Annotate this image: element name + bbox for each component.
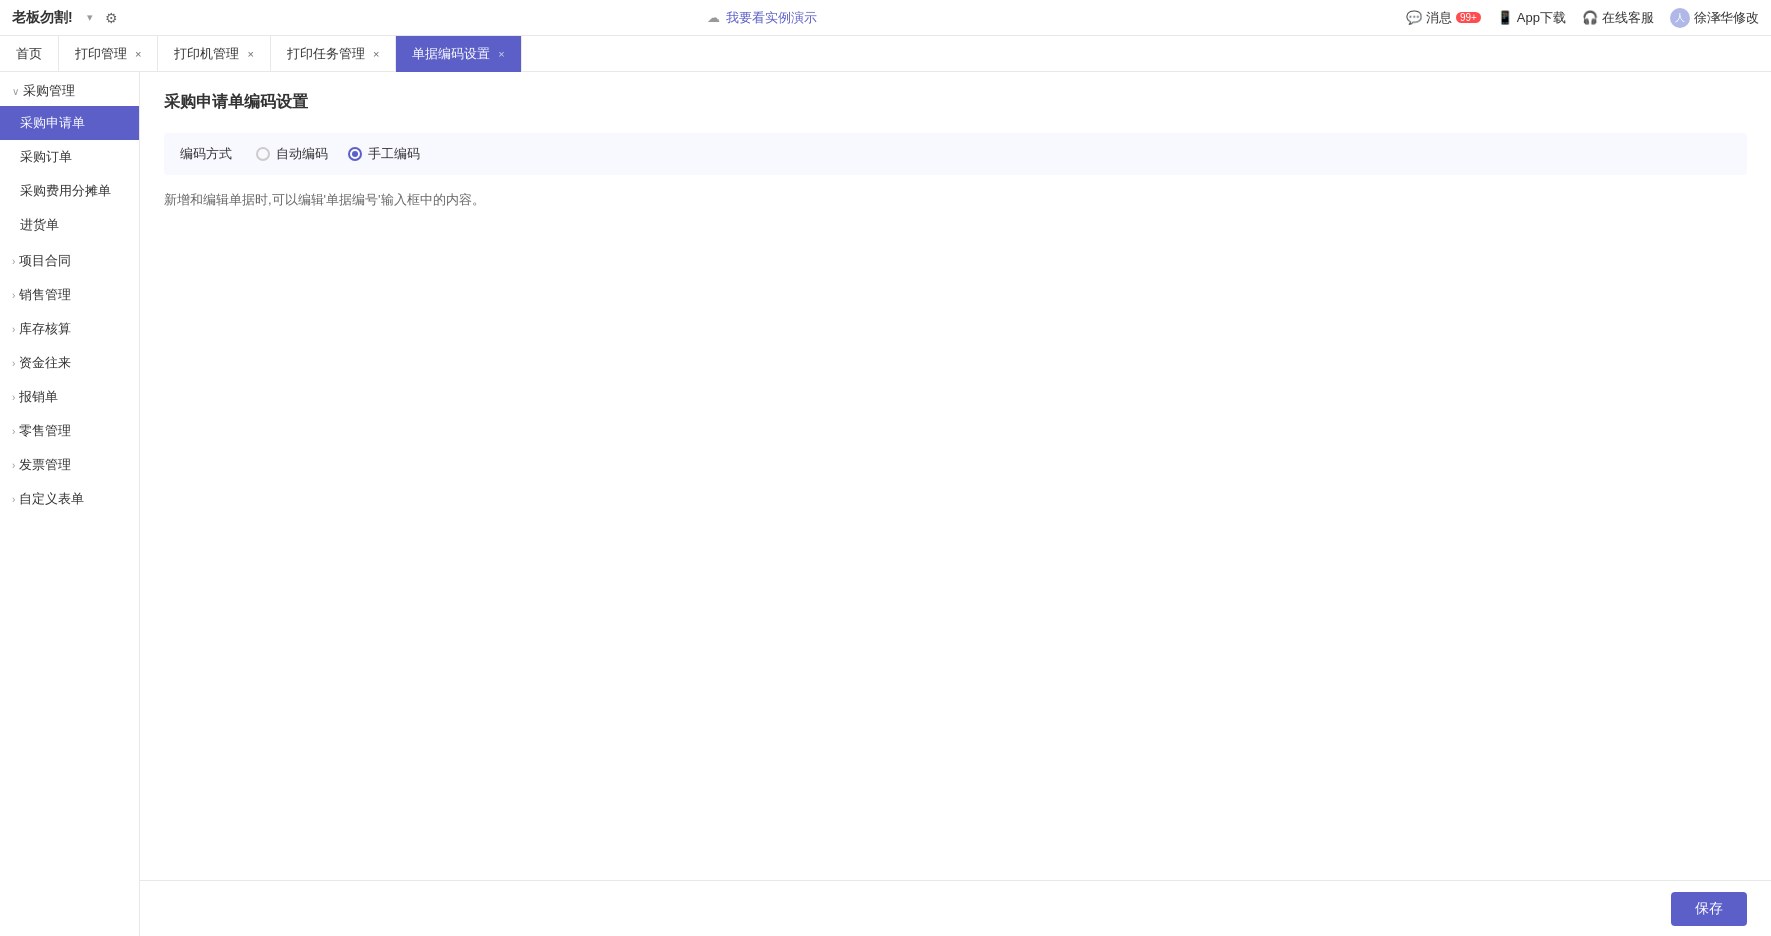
finance-label: 资金往来 bbox=[19, 354, 71, 372]
project-label: 项目合同 bbox=[19, 252, 71, 270]
sales-arrow: › bbox=[12, 290, 15, 301]
tab-encode-settings-close[interactable]: × bbox=[498, 48, 504, 60]
tab-print-task[interactable]: 打印任务管理 × bbox=[271, 36, 396, 72]
sidebar-group-expense: › 报销单 bbox=[0, 378, 139, 412]
sidebar-item-purchase-request[interactable]: 采购申请单 bbox=[0, 106, 139, 140]
sidebar-group-project-title[interactable]: › 项目合同 bbox=[0, 242, 139, 276]
tab-printer-management[interactable]: 打印机管理 × bbox=[158, 36, 270, 72]
sidebar-group-custom-form: › 自定义表单 bbox=[0, 480, 139, 514]
sidebar-item-purchase-expense[interactable]: 采购费用分摊单 bbox=[0, 174, 139, 208]
manual-encode-radio-circle bbox=[348, 147, 362, 161]
top-bar-center: ☁ 我要看实例演示 bbox=[707, 9, 817, 27]
purchase-expense-label: 采购费用分摊单 bbox=[20, 183, 111, 198]
cloud-icon: ☁ bbox=[707, 10, 720, 25]
encoding-section: 编码方式 自动编码 手工编码 bbox=[164, 133, 1747, 175]
purchase-order-label: 采购订单 bbox=[20, 149, 72, 164]
top-bar-left: 老板勿割! ▾ ⚙ bbox=[12, 9, 118, 27]
online-service-label: 在线客服 bbox=[1602, 9, 1654, 27]
message-label: 消息 bbox=[1426, 9, 1452, 27]
encoding-label: 编码方式 bbox=[180, 145, 232, 163]
sidebar-group-invoice-title[interactable]: › 发票管理 bbox=[0, 446, 139, 480]
tab-printer-management-label: 打印机管理 bbox=[174, 45, 239, 63]
sidebar-group-procurement-title[interactable]: ∨ 采购管理 bbox=[0, 72, 139, 106]
auto-encode-radio[interactable]: 自动编码 bbox=[256, 145, 328, 163]
tab-home[interactable]: 首页 bbox=[0, 36, 59, 72]
content-footer: 保存 bbox=[140, 880, 1771, 936]
tab-bar: 首页 打印管理 × 打印机管理 × 打印任务管理 × 单据编码设置 × × bbox=[0, 36, 1771, 72]
auto-encode-radio-circle bbox=[256, 147, 270, 161]
sidebar-group-project: › 项目合同 bbox=[0, 242, 139, 276]
manual-encode-radio[interactable]: 手工编码 bbox=[348, 145, 420, 163]
demo-link[interactable]: 我要看实例演示 bbox=[726, 9, 817, 27]
app-icon: 📱 bbox=[1497, 10, 1513, 25]
retail-arrow: › bbox=[12, 426, 15, 437]
invoice-label: 发票管理 bbox=[19, 456, 71, 474]
sidebar-group-expense-title[interactable]: › 报销单 bbox=[0, 378, 139, 412]
main-layout: ∨ 采购管理 采购申请单 采购订单 采购费用分摊单 进货单 › 项目合同 bbox=[0, 72, 1771, 936]
inventory-arrow: › bbox=[12, 324, 15, 335]
sidebar-group-custom-form-title[interactable]: › 自定义表单 bbox=[0, 480, 139, 514]
top-bar: 老板勿割! ▾ ⚙ ☁ 我要看实例演示 💬 消息 99+ 📱 App下载 🎧 在… bbox=[0, 0, 1771, 36]
procurement-label: 采购管理 bbox=[23, 82, 75, 100]
sidebar-item-stock-in[interactable]: 进货单 bbox=[0, 208, 139, 242]
procurement-arrow: ∨ bbox=[12, 86, 19, 97]
avatar: 人 bbox=[1670, 8, 1690, 28]
sidebar: ∨ 采购管理 采购申请单 采购订单 采购费用分摊单 进货单 › 项目合同 bbox=[0, 72, 140, 936]
tab-print-management-label: 打印管理 bbox=[75, 45, 127, 63]
content-inner: 采购申请单编码设置 编码方式 自动编码 手工编码 新增和编辑单据时,可以编辑'单… bbox=[140, 72, 1771, 880]
sidebar-group-finance: › 资金往来 bbox=[0, 344, 139, 378]
save-button[interactable]: 保存 bbox=[1671, 892, 1747, 926]
sidebar-group-sales-title[interactable]: › 销售管理 bbox=[0, 276, 139, 310]
inventory-label: 库存核算 bbox=[19, 320, 71, 338]
sidebar-group-finance-title[interactable]: › 资金往来 bbox=[0, 344, 139, 378]
purchase-request-label: 采购申请单 bbox=[20, 115, 85, 130]
sidebar-group-sales: › 销售管理 bbox=[0, 276, 139, 310]
stock-in-label: 进货单 bbox=[20, 217, 59, 232]
tab-print-task-label: 打印任务管理 bbox=[287, 45, 365, 63]
app-download-button[interactable]: 📱 App下载 bbox=[1497, 9, 1566, 27]
tab-print-management[interactable]: 打印管理 × bbox=[59, 36, 158, 72]
sidebar-group-retail-title[interactable]: › 零售管理 bbox=[0, 412, 139, 446]
sales-label: 销售管理 bbox=[19, 286, 71, 304]
tab-bar-close[interactable]: × bbox=[1699, 0, 1735, 36]
project-arrow: › bbox=[12, 256, 15, 267]
tab-print-management-close[interactable]: × bbox=[135, 48, 141, 60]
content-area: 采购申请单编码设置 编码方式 自动编码 手工编码 新增和编辑单据时,可以编辑'单… bbox=[140, 72, 1771, 936]
invoice-arrow: › bbox=[12, 460, 15, 471]
page-title: 采购申请单编码设置 bbox=[164, 92, 1747, 113]
sidebar-group-retail: › 零售管理 bbox=[0, 412, 139, 446]
encoding-radio-group: 自动编码 手工编码 bbox=[256, 145, 420, 163]
topbar-dropdown-icon[interactable]: ▾ bbox=[87, 11, 93, 24]
manual-encode-label: 手工编码 bbox=[368, 145, 420, 163]
message-button[interactable]: 💬 消息 99+ bbox=[1406, 9, 1481, 27]
app-download-label: App下载 bbox=[1517, 9, 1566, 27]
finance-arrow: › bbox=[12, 358, 15, 369]
message-badge: 99+ bbox=[1456, 12, 1481, 23]
gear-icon[interactable]: ⚙ bbox=[105, 10, 118, 26]
online-service-button[interactable]: 🎧 在线客服 bbox=[1582, 9, 1654, 27]
sidebar-group-invoice: › 发票管理 bbox=[0, 446, 139, 480]
message-icon: 💬 bbox=[1406, 10, 1422, 25]
custom-form-arrow: › bbox=[12, 494, 15, 505]
tab-print-task-close[interactable]: × bbox=[373, 48, 379, 60]
retail-label: 零售管理 bbox=[19, 422, 71, 440]
sidebar-group-procurement: ∨ 采购管理 采购申请单 采购订单 采购费用分摊单 进货单 bbox=[0, 72, 139, 242]
sidebar-group-inventory: › 库存核算 bbox=[0, 310, 139, 344]
info-text: 新增和编辑单据时,可以编辑'单据编号'输入框中的内容。 bbox=[164, 191, 1747, 209]
headset-icon: 🎧 bbox=[1582, 10, 1598, 25]
tab-encode-settings[interactable]: 单据编码设置 × bbox=[396, 36, 521, 72]
tab-printer-management-close[interactable]: × bbox=[247, 48, 253, 60]
sidebar-group-inventory-title[interactable]: › 库存核算 bbox=[0, 310, 139, 344]
custom-form-label: 自定义表单 bbox=[19, 490, 84, 508]
expense-label: 报销单 bbox=[19, 388, 58, 406]
expense-arrow: › bbox=[12, 392, 15, 403]
tab-encode-settings-label: 单据编码设置 bbox=[412, 45, 490, 63]
auto-encode-label: 自动编码 bbox=[276, 145, 328, 163]
tab-home-label: 首页 bbox=[16, 45, 42, 63]
logo-text: 老板勿割! bbox=[12, 9, 73, 27]
sidebar-item-purchase-order[interactable]: 采购订单 bbox=[0, 140, 139, 174]
